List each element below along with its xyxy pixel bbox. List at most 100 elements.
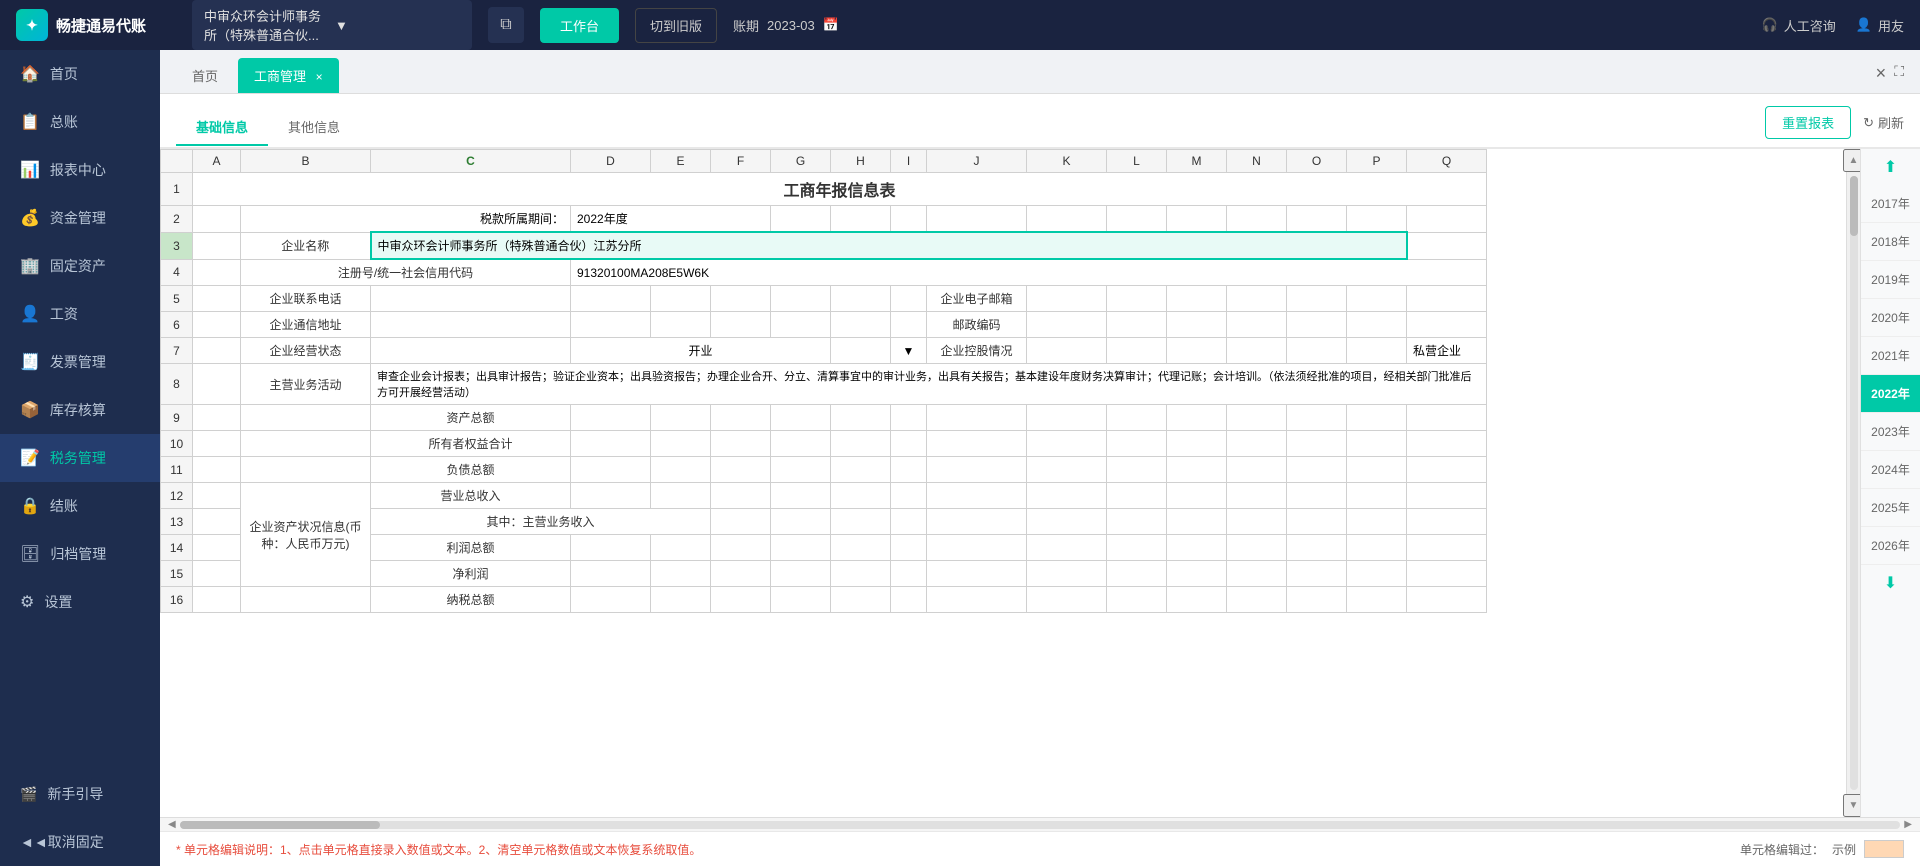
refresh-button[interactable]: ↻ 刷新 [1863,113,1904,132]
sidebar-item-ledger[interactable]: 📋 总账 [0,98,160,146]
r9-g[interactable] [771,405,831,431]
r9-k[interactable] [1027,405,1107,431]
r9-h[interactable] [831,405,891,431]
r15-k[interactable] [1027,561,1107,587]
r5-c[interactable] [371,286,571,312]
col-g[interactable]: G [771,150,831,173]
year-nav-down[interactable]: ⬇ [1861,565,1920,601]
h-scroll-track[interactable] [180,821,1901,829]
r14-m[interactable] [1167,535,1227,561]
r5-g[interactable] [771,286,831,312]
r12-d[interactable] [571,483,651,509]
r9-d[interactable] [571,405,651,431]
sidebar-item-finance[interactable]: 💰 资金管理 [0,194,160,242]
r14-d[interactable] [571,535,651,561]
v-scroll-track[interactable] [1850,176,1858,790]
r6-o[interactable] [1287,312,1347,338]
r7-q[interactable]: 私营企业 [1407,338,1487,364]
sidebar-unfix[interactable]: ◄◄取消固定 [0,818,160,866]
tab-close-icon[interactable]: × [316,70,323,84]
year-2023[interactable]: 2023年 [1861,413,1920,451]
r11-d[interactable] [571,457,651,483]
r10-g[interactable] [771,431,831,457]
r7-l[interactable] [1107,338,1167,364]
col-o[interactable]: O [1287,150,1347,173]
r10-k[interactable] [1027,431,1107,457]
workbench-button[interactable]: 工作台 [540,8,619,43]
r14-f[interactable] [711,535,771,561]
r9-o[interactable] [1287,405,1347,431]
r5-p[interactable] [1347,286,1407,312]
col-p[interactable]: P [1347,150,1407,173]
r16-l[interactable] [1107,587,1167,613]
r11-h[interactable] [831,457,891,483]
r11-m[interactable] [1167,457,1227,483]
r6-h[interactable] [831,312,891,338]
v-scroll-thumb[interactable] [1850,176,1858,236]
r12-k[interactable] [1027,483,1107,509]
sub-tab-other[interactable]: 其他信息 [268,109,360,146]
r11-g[interactable] [771,457,831,483]
year-2018[interactable]: 2018年 [1861,223,1920,261]
r4-value[interactable]: 91320100MA208E5W6K [571,259,1487,286]
r11-p[interactable] [1347,457,1407,483]
r10-d[interactable] [571,431,651,457]
r13-m[interactable] [1167,509,1227,535]
r5-e[interactable] [651,286,711,312]
r5-h[interactable] [831,286,891,312]
r14-l[interactable] [1107,535,1167,561]
h-scroll-bar[interactable]: ◀ ▶ [160,817,1920,831]
r12-e[interactable] [651,483,711,509]
r16-j[interactable] [927,587,1027,613]
r16-k[interactable] [1027,587,1107,613]
r14-i[interactable] [891,535,927,561]
year-2022[interactable]: 2022年 [1861,375,1920,413]
r10-e[interactable] [651,431,711,457]
year-2021[interactable]: 2021年 [1861,337,1920,375]
r9-m[interactable] [1167,405,1227,431]
r15-q[interactable] [1407,561,1487,587]
r7-n[interactable] [1227,338,1287,364]
company-selector[interactable]: 中审众环会计师事务所（特殊普通合伙... ▼ [192,0,472,50]
r10-l[interactable] [1107,431,1167,457]
r6-k[interactable] [1027,312,1107,338]
r14-j[interactable] [927,535,1027,561]
r15-h[interactable] [831,561,891,587]
sidebar-item-archive[interactable]: 🗄 归档管理 [0,530,160,578]
window-close-icon[interactable]: × [1876,63,1887,84]
r5-l[interactable] [1107,286,1167,312]
r12-g[interactable] [771,483,831,509]
r10-p[interactable] [1347,431,1407,457]
r7-d-opening[interactable]: 开业 [571,338,831,364]
r15-g[interactable] [771,561,831,587]
sidebar-item-reports[interactable]: 📊 报表中心 [0,146,160,194]
col-j[interactable]: J [927,150,1027,173]
r16-o[interactable] [1287,587,1347,613]
r7-i-arrow[interactable]: ▼ [891,338,927,364]
copy-icon-btn[interactable]: ⧉ [488,7,524,43]
r16-g[interactable] [771,587,831,613]
r16-f[interactable] [711,587,771,613]
r3-c-company[interactable]: 中审众环会计师事务所（特殊普通合伙）江苏分所 [371,232,1407,259]
r5-f[interactable] [711,286,771,312]
r14-e[interactable] [651,535,711,561]
r10-i[interactable] [891,431,927,457]
r9-f[interactable] [711,405,771,431]
r12-h[interactable] [831,483,891,509]
r9-n[interactable] [1227,405,1287,431]
r12-p[interactable] [1347,483,1407,509]
h-scroll-left[interactable]: ◀ [164,819,180,830]
window-expand-icon[interactable]: ⛶ [1894,63,1904,84]
sidebar-item-newuser[interactable]: 🎬 新手引导 [0,770,160,818]
sidebar-item-salary[interactable]: 👤 工资 [0,290,160,338]
r16-d[interactable] [571,587,651,613]
sub-tab-basic[interactable]: 基础信息 [176,109,268,146]
year-nav-up[interactable]: ⬆ [1861,149,1920,185]
col-q[interactable]: Q [1407,150,1487,173]
r6-p[interactable] [1347,312,1407,338]
r6-d[interactable] [571,312,651,338]
r13-l[interactable] [1107,509,1167,535]
r16-i[interactable] [891,587,927,613]
sidebar-item-tax[interactable]: 📝 税务管理 [0,434,160,482]
r8-content[interactable]: 审查企业会计报表；出具审计报告；验证企业资本；出具验资报告；办理企业合开、分立、… [371,364,1487,405]
